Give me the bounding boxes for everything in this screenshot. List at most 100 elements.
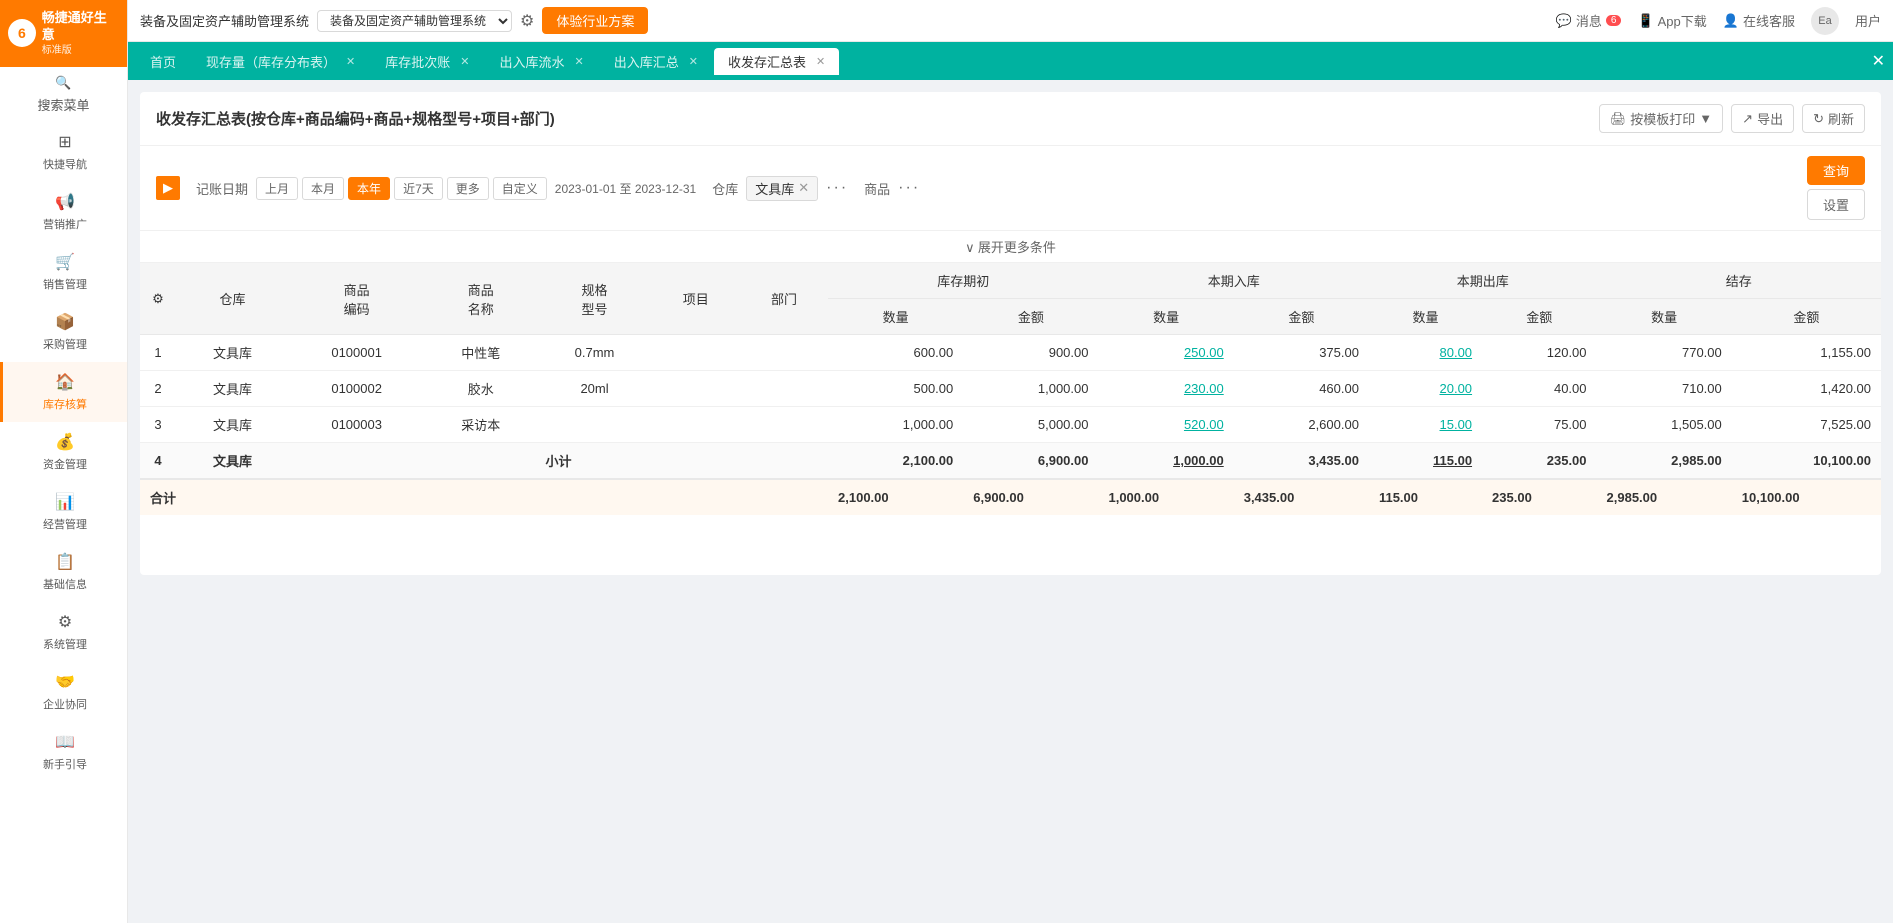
tab-batch-ledger[interactable]: 库存批次账 ✕: [371, 48, 483, 75]
warehouse-filter-group: 仓库 文具库 ✕ ···: [712, 176, 848, 201]
tab-close-icon[interactable]: ✕: [460, 55, 469, 68]
sidebar-item-newbie[interactable]: 📖 新手引导: [0, 722, 127, 782]
print-btn[interactable]: 🖨 按模板打印 ▼: [1599, 104, 1723, 133]
subtotal-close-qty: 2,985.00: [1597, 443, 1732, 480]
message-icon: 💬: [1556, 13, 1572, 29]
settings-icon[interactable]: ⚙: [520, 11, 534, 31]
this-year-btn[interactable]: 本年: [348, 177, 390, 200]
subtotal-row: 4 文具库 小计 2,100.00 6,900.00 1,000.00 3,43…: [140, 443, 1881, 480]
col-goods-name-header: 商品名称: [424, 263, 537, 335]
tab-close-icon[interactable]: ✕: [816, 55, 825, 68]
sidebar-item-cooperation[interactable]: 🤝 企业协同: [0, 662, 127, 722]
row-out-qty[interactable]: 80.00: [1369, 335, 1482, 371]
last-7days-btn[interactable]: 近7天: [394, 177, 443, 200]
subtotal-close-amt: 10,100.00: [1732, 443, 1881, 480]
sidebar-item-marketing[interactable]: 📢 营销推广: [0, 182, 127, 242]
system-select[interactable]: 装备及固定资产辅助管理系统: [317, 10, 512, 32]
tab-label: 出入库汇总: [614, 52, 679, 71]
tab-recv-send-summary[interactable]: 收发存汇总表 ✕: [714, 48, 839, 75]
sidebar-item-system[interactable]: ⚙ 系统管理: [0, 602, 127, 662]
filter-expand-btn[interactable]: ▶: [156, 176, 180, 200]
export-btn-label: 导出: [1757, 109, 1783, 128]
subtotal-warehouse: 文具库: [176, 443, 289, 480]
sidebar-item-label: 新手引导: [43, 756, 87, 772]
sidebar-item-basic[interactable]: 📋 基础信息: [0, 542, 127, 602]
app-download-action[interactable]: 📱 App下载: [1637, 11, 1706, 30]
sidebar-item-purchase[interactable]: 📦 采购管理: [0, 302, 127, 362]
more-btn[interactable]: 更多: [447, 177, 489, 200]
warehouse-more-dots[interactable]: ···: [826, 179, 848, 197]
date-filter-label: 记账日期: [196, 179, 248, 198]
table-row: 1 文具库 0100001 中性笔 0.7mm 600.00 900.00 25…: [140, 335, 1881, 371]
warehouse-tag[interactable]: 文具库 ✕: [746, 176, 818, 201]
goods-filter-label: 商品: [864, 179, 890, 198]
row-goods-spec: 20ml: [537, 371, 651, 407]
sidebar-item-label: 营销推广: [43, 216, 87, 232]
query-btn[interactable]: 查询: [1807, 156, 1865, 185]
subtotal-out-amt: 235.00: [1482, 443, 1596, 480]
warehouse-tag-close[interactable]: ✕: [798, 180, 809, 196]
tab-inventory-dist[interactable]: 现存量（库存分布表） ✕: [192, 48, 369, 75]
row-out-qty[interactable]: 20.00: [1369, 371, 1482, 407]
row-out-qty[interactable]: 15.00: [1369, 407, 1482, 443]
messages-action[interactable]: 💬 消息 6: [1556, 11, 1622, 30]
try-btn[interactable]: 体验行业方案: [542, 7, 648, 34]
phone-icon: 📱: [1637, 13, 1653, 29]
sidebar-item-label: 资金管理: [43, 456, 87, 472]
row-open-qty: 500.00: [828, 371, 963, 407]
sidebar-title: 畅捷通好生意 标准版: [42, 10, 119, 57]
online-service-label: 在线客服: [1743, 11, 1795, 30]
finance-icon: 💰: [55, 432, 75, 452]
tab-inout-flow[interactable]: 出入库流水 ✕: [485, 48, 597, 75]
tab-inout-summary[interactable]: 出入库汇总 ✕: [600, 48, 712, 75]
goods-more-dots[interactable]: ···: [898, 179, 920, 197]
tab-home[interactable]: 首页: [136, 48, 190, 75]
total-label: 合计: [140, 479, 828, 515]
row-dept: [740, 407, 828, 443]
close-qty-header: 数量: [1597, 299, 1732, 335]
expand-more-row[interactable]: ∨ 展开更多条件: [140, 231, 1881, 263]
date-btn-group: 上月 本月 本年 近7天 更多 自定义: [256, 177, 547, 200]
sidebar-item-label: 企业协同: [43, 696, 87, 712]
settings-btn[interactable]: 设置: [1807, 189, 1865, 220]
online-service-action[interactable]: 👤 在线客服: [1723, 11, 1795, 30]
total-close-amt: 10,100.00: [1732, 479, 1881, 515]
row-goods-code: 0100002: [289, 371, 424, 407]
sidebar-item-inventory[interactable]: 🏠 库存核算: [0, 362, 127, 422]
this-month-btn[interactable]: 本月: [302, 177, 344, 200]
refresh-btn[interactable]: ↻ 刷新: [1802, 104, 1865, 133]
sidebar-item-label: 库存核算: [43, 396, 87, 412]
sidebar-item-label: 基础信息: [43, 576, 87, 592]
row-close-amt: 7,525.00: [1732, 407, 1881, 443]
user-avatar[interactable]: Ea: [1811, 7, 1839, 35]
warehouse-filter-label: 仓库: [712, 179, 738, 198]
tab-close-all-icon[interactable]: ✕: [1872, 51, 1885, 71]
sidebar-item-label: 采购管理: [43, 336, 87, 352]
tab-home-label: 首页: [150, 52, 176, 71]
export-btn[interactable]: ↗ 导出: [1731, 104, 1794, 133]
table-body: 1 文具库 0100001 中性笔 0.7mm 600.00 900.00 25…: [140, 335, 1881, 480]
tab-close-icon[interactable]: ✕: [575, 55, 584, 68]
custom-btn[interactable]: 自定义: [493, 177, 547, 200]
sidebar-item-sales[interactable]: 🛒 销售管理: [0, 242, 127, 302]
row-goods-name: 胶水: [424, 371, 537, 407]
row-open-amt: 5,000.00: [963, 407, 1098, 443]
row-in-qty[interactable]: 520.00: [1098, 407, 1233, 443]
filter-bar: ▶ 记账日期 上月 本月 本年 近7天 更多 自定义 2023-01-01 至 …: [140, 146, 1881, 231]
tab-close-icon[interactable]: ✕: [689, 55, 698, 68]
row-goods-code: 0100003: [289, 407, 424, 443]
total-in-amt: 3,435.00: [1234, 479, 1369, 515]
sidebar-search[interactable]: 🔍 搜索菜单: [0, 67, 127, 122]
last-month-btn[interactable]: 上月: [256, 177, 298, 200]
sidebar-item-quick-nav[interactable]: ⊞ 快捷导航: [0, 122, 127, 182]
tab-close-icon[interactable]: ✕: [346, 55, 355, 68]
open-qty-header: 数量: [828, 299, 963, 335]
tab-label: 现存量（库存分布表）: [206, 52, 336, 71]
sidebar-item-finance[interactable]: 💰 资金管理: [0, 422, 127, 482]
row-in-qty[interactable]: 230.00: [1098, 371, 1233, 407]
col-settings[interactable]: ⚙: [140, 263, 176, 335]
row-project: [652, 371, 740, 407]
row-close-amt: 1,420.00: [1732, 371, 1881, 407]
row-in-qty[interactable]: 250.00: [1098, 335, 1233, 371]
sidebar-item-operation[interactable]: 📊 经营管理: [0, 482, 127, 542]
